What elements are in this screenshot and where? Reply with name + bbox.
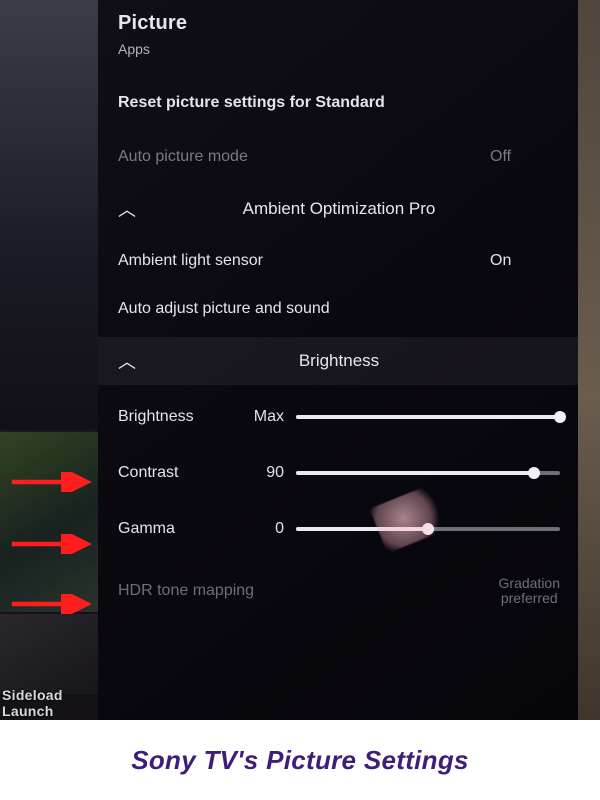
ambient-light-sensor-label: Ambient light sensor: [118, 252, 490, 270]
ambient-light-sensor[interactable]: Ambient light sensor On: [118, 237, 560, 285]
gamma-label: Gamma: [118, 520, 240, 538]
auto-adjust-label: Auto adjust picture and sound: [118, 300, 560, 318]
panel-subtitle: Apps: [118, 41, 560, 57]
gamma-row[interactable]: Gamma 0: [118, 501, 560, 557]
brightness-label: Brightness: [118, 408, 240, 426]
reset-picture-settings[interactable]: Reset picture settings for Standard: [118, 79, 560, 127]
annotation-arrow-icon: [10, 594, 98, 614]
section-title: Ambient Optimization Pro: [152, 199, 560, 219]
gamma-slider[interactable]: [296, 527, 560, 531]
ambient-light-sensor-value: On: [490, 252, 560, 270]
panel-title: Picture: [118, 12, 560, 35]
background-tile: [0, 0, 98, 430]
auto-picture-mode[interactable]: Auto picture mode Off: [118, 133, 560, 181]
section-ambient-optimization[interactable]: ︿ Ambient Optimization Pro: [98, 185, 578, 233]
contrast-row[interactable]: Contrast 90: [118, 445, 560, 501]
tv-screenshot: Sideload Launch Picture Apps Reset pictu…: [0, 0, 600, 720]
auto-adjust-picture-sound[interactable]: Auto adjust picture and sound: [118, 285, 560, 333]
chevron-up-icon: ︿: [118, 348, 152, 374]
hdr-label: HDR tone mapping: [118, 582, 499, 600]
section-title: Brightness: [152, 351, 560, 371]
hdr-value: Gradationpreferred: [499, 576, 560, 607]
reset-label: Reset picture settings for Standard: [118, 94, 560, 112]
picture-settings-panel: Picture Apps Reset picture settings for …: [98, 0, 578, 720]
image-caption: Sony TV's Picture Settings: [0, 720, 600, 800]
section-brightness[interactable]: ︿ Brightness: [98, 337, 578, 385]
brightness-slider[interactable]: [296, 415, 560, 419]
background-tile: [0, 614, 98, 694]
contrast-value: 90: [240, 464, 296, 482]
brightness-row[interactable]: Brightness Max: [118, 389, 560, 445]
gamma-value: 0: [240, 520, 296, 538]
auto-picture-mode-label: Auto picture mode: [118, 148, 490, 166]
annotation-arrow-icon: [10, 534, 98, 554]
contrast-slider[interactable]: [296, 471, 560, 475]
sideload-launcher-label: Sideload Launch: [2, 687, 63, 719]
contrast-label: Contrast: [118, 464, 240, 482]
annotation-arrow-icon: [10, 472, 98, 492]
caption-text: Sony TV's Picture Settings: [131, 745, 469, 776]
hdr-tone-mapping[interactable]: HDR tone mapping Gradationpreferred: [118, 563, 560, 619]
background-tile: [0, 432, 98, 612]
chevron-up-icon: ︿: [118, 196, 152, 222]
brightness-value: Max: [240, 408, 296, 426]
auto-picture-mode-value: Off: [490, 148, 560, 166]
wall-edge: [578, 0, 600, 720]
